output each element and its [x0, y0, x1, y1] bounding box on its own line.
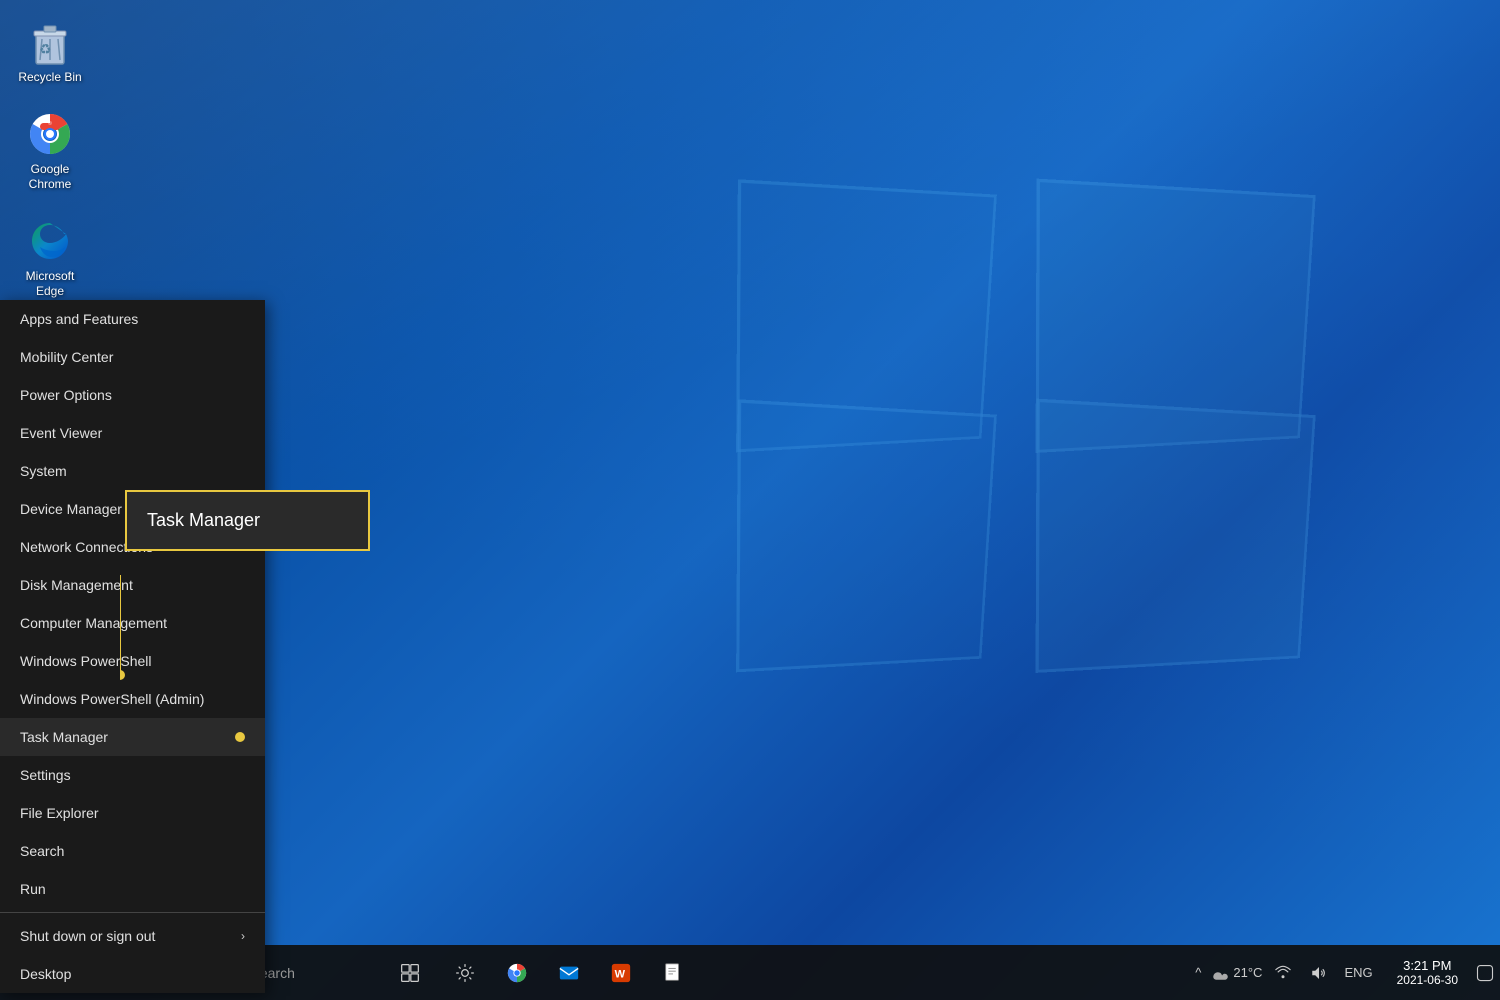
menu-item-system[interactable]: System	[0, 452, 265, 490]
gear-icon	[455, 963, 475, 983]
desktop-icon-chrome[interactable]: Google Chrome	[10, 102, 90, 199]
taskbar-notepad-button[interactable]	[648, 945, 698, 1000]
menu-item-task-manager[interactable]: Task Manager	[0, 718, 265, 756]
svg-text:W: W	[615, 968, 626, 980]
taskbar-office-button[interactable]: W	[596, 945, 646, 1000]
temperature-display: 21°C	[1233, 965, 1262, 980]
tooltip-arrow-line	[120, 575, 240, 695]
taskbar-pinned-icons: W	[435, 945, 703, 1000]
menu-item-apps-features[interactable]: Apps and Features	[0, 300, 265, 338]
edge-icon	[26, 217, 74, 265]
menu-item-settings[interactable]: Settings	[0, 756, 265, 794]
notepad-icon	[662, 962, 684, 984]
volume-icon-button[interactable]	[1304, 945, 1334, 1000]
mail-icon	[558, 962, 580, 984]
recycle-bin-icon: ♻	[26, 18, 74, 66]
shut-down-arrow-icon: ›	[241, 929, 245, 943]
desktop: ♻ Recycle Bin	[0, 0, 1500, 1000]
notification-button[interactable]	[1470, 945, 1500, 1000]
taskbar-system-tray: ^ 21°C	[1183, 945, 1500, 1000]
system-tray-icons: ^ 21°C	[1183, 945, 1384, 1000]
clock-display[interactable]: 3:21 PM 2021-06-30	[1385, 945, 1470, 1000]
weather-widget[interactable]: 21°C	[1211, 964, 1262, 982]
expand-tray-button[interactable]: ^	[1191, 961, 1205, 984]
network-icon-button[interactable]	[1268, 945, 1298, 1000]
date-display: 2021-06-30	[1397, 973, 1458, 987]
desktop-icon-edge[interactable]: Microsoft Edge	[10, 209, 90, 306]
menu-item-search[interactable]: Search	[0, 832, 265, 870]
volume-icon	[1310, 964, 1328, 982]
language-button[interactable]: ENG	[1340, 965, 1376, 980]
menu-item-power-options[interactable]: Power Options	[0, 376, 265, 414]
language-display: ENG	[1344, 965, 1372, 980]
win-logo-pane-bl	[736, 399, 997, 672]
time-display: 3:21 PM	[1403, 958, 1451, 973]
menu-item-mobility-center[interactable]: Mobility Center	[0, 338, 265, 376]
menu-item-run[interactable]: Run	[0, 870, 265, 908]
desktop-icons-area: ♻ Recycle Bin	[10, 10, 90, 306]
task-view-icon	[400, 963, 420, 983]
chrome-icon	[26, 110, 74, 158]
task-view-button[interactable]	[385, 945, 435, 1000]
menu-separator	[0, 912, 265, 913]
taskbar-chrome-button[interactable]	[492, 945, 542, 1000]
win-logo-pane-br	[1036, 399, 1316, 673]
notification-icon	[1476, 964, 1494, 982]
svg-text:♻: ♻	[39, 41, 52, 57]
menu-item-shut-down[interactable]: Shut down or sign out ›	[0, 917, 265, 955]
taskbar-settings-icon[interactable]	[440, 945, 490, 1000]
menu-item-desktop[interactable]: Desktop	[0, 955, 265, 993]
network-icon	[1274, 964, 1292, 982]
menu-item-file-explorer[interactable]: File Explorer	[0, 794, 265, 832]
office-icon: W	[610, 962, 632, 984]
edge-label: Microsoft Edge	[14, 269, 86, 298]
windows-logo-decoration	[740, 140, 1320, 720]
cloud-icon	[1211, 964, 1229, 982]
desktop-icon-recycle-bin[interactable]: ♻ Recycle Bin	[10, 10, 90, 92]
chrome-label: Google Chrome	[14, 162, 86, 191]
task-manager-dot	[235, 732, 245, 742]
task-manager-tooltip: Task Manager	[125, 490, 370, 551]
menu-item-event-viewer[interactable]: Event Viewer	[0, 414, 265, 452]
recycle-bin-label: Recycle Bin	[18, 70, 81, 84]
taskbar-chrome-icon	[506, 962, 528, 984]
taskbar-mail-button[interactable]	[544, 945, 594, 1000]
